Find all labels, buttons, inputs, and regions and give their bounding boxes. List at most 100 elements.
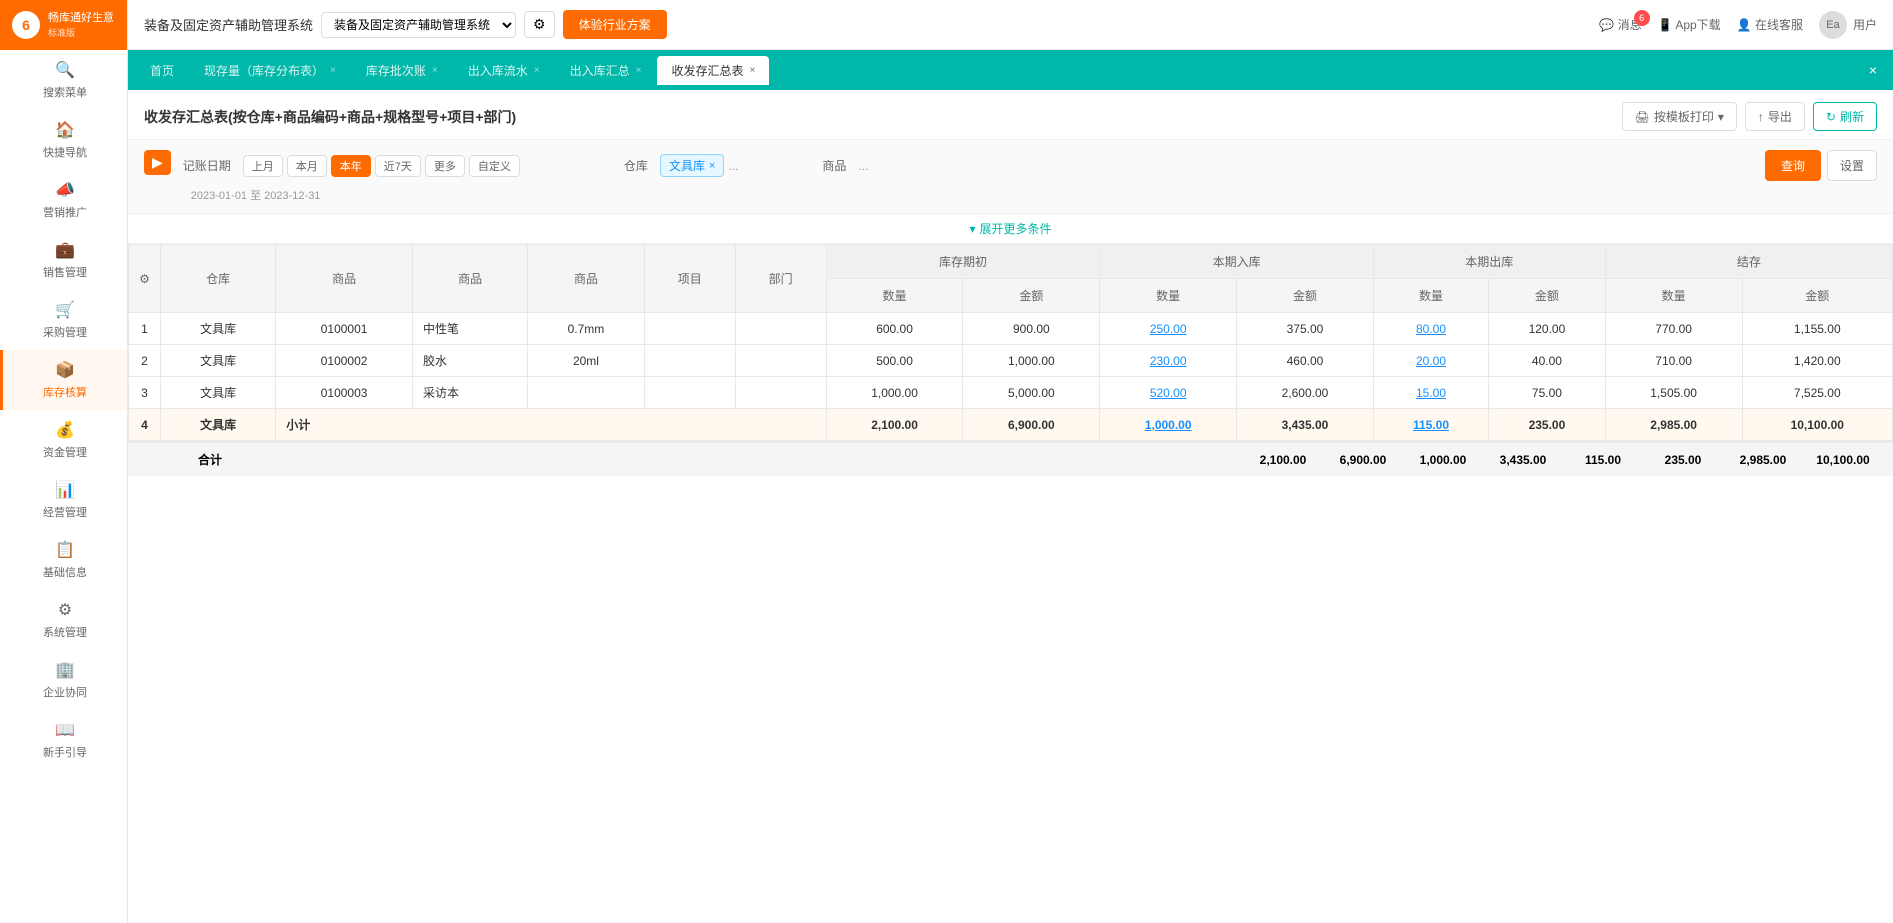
th-settings[interactable]: ⚙ bbox=[129, 245, 161, 313]
refresh-button[interactable]: ↻ 刷新 bbox=[1813, 102, 1877, 131]
row-out-qty-1[interactable]: 20.00 bbox=[1373, 345, 1488, 377]
online-service-link[interactable]: 👤 在线客服 bbox=[1737, 16, 1803, 33]
row-balance-qty-1: 710.00 bbox=[1605, 345, 1742, 377]
tab-inout-summary-label: 出入库汇总 bbox=[570, 62, 630, 79]
row-in-qty-1[interactable]: 230.00 bbox=[1100, 345, 1237, 377]
row-balance-qty-0: 770.00 bbox=[1605, 313, 1742, 345]
tab-batch-account-close[interactable]: × bbox=[432, 65, 438, 76]
footer-content: 合计 2,100.00 6,900.00 1,000.00 3,435.00 1… bbox=[138, 451, 1883, 468]
row-out-qty-2[interactable]: 15.00 bbox=[1373, 377, 1488, 409]
sidebar-item-newuser[interactable]: 📖 新手引导 bbox=[0, 710, 127, 770]
row-spec-1: 20ml bbox=[528, 345, 645, 377]
row-no-1: 2 bbox=[129, 345, 161, 377]
tab-recv-send-summary-close[interactable]: × bbox=[749, 65, 755, 76]
sidebar-item-system-label: 系统管理 bbox=[43, 624, 87, 640]
sidebar-item-basic[interactable]: 📋 基础信息 bbox=[0, 530, 127, 590]
user-area[interactable]: Ea 用户 bbox=[1819, 11, 1877, 39]
tab-inout-summary[interactable]: 出入库汇总 × bbox=[556, 56, 656, 85]
date-btn-this-month[interactable]: 本月 bbox=[287, 155, 327, 177]
row-in-qty-0[interactable]: 250.00 bbox=[1100, 313, 1237, 345]
row-out-amt-1: 40.00 bbox=[1489, 345, 1606, 377]
subtotal-out-qty[interactable]: 115.00 bbox=[1373, 409, 1488, 441]
app-download-link[interactable]: 📱 App下载 bbox=[1658, 16, 1721, 33]
filter-main-row: 记账日期 上月 本月 本年 近7天 更多 自定义 仓库 bbox=[183, 150, 1877, 181]
date-btn-last-7-days[interactable]: 近7天 bbox=[375, 155, 421, 177]
system-icon: ⚙ bbox=[58, 600, 72, 620]
date-btn-more[interactable]: 更多 bbox=[425, 155, 465, 177]
tab-batch-account[interactable]: 库存批次账 × bbox=[352, 56, 452, 85]
tab-stock-distribution-close[interactable]: × bbox=[330, 65, 336, 76]
row-code-1: 0100002 bbox=[276, 345, 413, 377]
footer-out-amt: 235.00 bbox=[1643, 453, 1723, 467]
sidebar-item-operations[interactable]: 📊 经营管理 bbox=[0, 470, 127, 530]
th-project: 项目 bbox=[644, 245, 735, 313]
sidebar-item-finance[interactable]: 💰 资金管理 bbox=[0, 410, 127, 470]
th-balance-amt: 金额 bbox=[1742, 279, 1892, 313]
sidebar-item-enterprise-label: 企业协同 bbox=[43, 684, 87, 700]
footer-in-qty: 1,000.00 bbox=[1403, 453, 1483, 467]
product-label: 商品 bbox=[822, 157, 846, 174]
tab-stock-distribution[interactable]: 现存量（库存分布表） × bbox=[190, 56, 350, 85]
warehouse-tag-close[interactable]: × bbox=[709, 160, 715, 172]
row-spec-0: 0.7mm bbox=[528, 313, 645, 345]
row-opening-qty-0: 600.00 bbox=[826, 313, 963, 345]
avatar-text: Ea bbox=[1826, 19, 1839, 31]
logo-title: 畅库通好生意 bbox=[48, 11, 114, 25]
print-label: 按模板打印 bbox=[1654, 108, 1714, 125]
row-balance-amt-2: 7,525.00 bbox=[1742, 377, 1892, 409]
export-button[interactable]: ↑ 导出 bbox=[1745, 102, 1805, 131]
sidebar-item-search[interactable]: 🔍 搜索菜单 bbox=[0, 50, 127, 110]
date-btn-last-month[interactable]: 上月 bbox=[243, 155, 283, 177]
subtotal-in-qty[interactable]: 1,000.00 bbox=[1100, 409, 1237, 441]
row-in-qty-2[interactable]: 520.00 bbox=[1100, 377, 1237, 409]
row-in-amt-0: 375.00 bbox=[1237, 313, 1374, 345]
tab-inout-flow-close[interactable]: × bbox=[534, 65, 540, 76]
th-product-code: 商品 bbox=[276, 245, 413, 313]
settings-gear-button[interactable]: ⚙ bbox=[524, 11, 555, 38]
trial-button[interactable]: 体验行业方案 bbox=[563, 10, 667, 39]
date-btn-custom[interactable]: 自定义 bbox=[469, 155, 520, 177]
row-warehouse-1: 文具库 bbox=[161, 345, 276, 377]
top-header: 装备及固定资产辅助管理系统 装备及固定资产辅助管理系统 ⚙ 体验行业方案 💬 6… bbox=[128, 0, 1893, 50]
print-button[interactable]: 🖨 按模板打印 ▾ bbox=[1622, 102, 1737, 131]
app-selector[interactable]: 装备及固定资产辅助管理系统 bbox=[321, 12, 516, 38]
search-icon: 🔍 bbox=[55, 60, 75, 80]
tab-recv-send-summary[interactable]: 收发存汇总表 × bbox=[657, 56, 769, 85]
th-opening-qty: 数量 bbox=[826, 279, 963, 313]
refresh-icon: ↻ bbox=[1826, 110, 1836, 124]
row-out-qty-0[interactable]: 80.00 bbox=[1373, 313, 1488, 345]
filter-settings-button[interactable]: 设置 bbox=[1827, 150, 1877, 181]
filter-area: ▶ 记账日期 上月 本月 本年 近7天 更多 自定义 仓库 bbox=[128, 140, 1893, 214]
tab-inout-flow[interactable]: 出入库流水 × bbox=[454, 56, 554, 85]
logo-text-block: 畅库通好生意 标准版 bbox=[48, 11, 114, 38]
expand-more-button[interactable]: ▾ 展开更多条件 bbox=[969, 220, 1051, 237]
quicknav-icon: 🏠 bbox=[55, 120, 75, 140]
row-out-amt-2: 75.00 bbox=[1489, 377, 1606, 409]
sidebar-item-inventory[interactable]: 📦 库存核算 bbox=[0, 350, 127, 410]
subtotal-in-amt: 3,435.00 bbox=[1237, 409, 1374, 441]
notification-bell[interactable]: 💬 6 消息 bbox=[1599, 16, 1641, 33]
tab-inout-summary-close[interactable]: × bbox=[636, 65, 642, 76]
sidebar-item-sales[interactable]: 💼 销售管理 bbox=[0, 230, 127, 290]
query-button[interactable]: 查询 bbox=[1765, 150, 1821, 181]
date-btn-this-year[interactable]: 本年 bbox=[331, 155, 371, 177]
warehouse-more[interactable]: ... bbox=[728, 159, 738, 173]
marketing-icon: 📣 bbox=[55, 180, 75, 200]
logo-letter: 6 bbox=[22, 17, 30, 33]
newuser-icon: 📖 bbox=[55, 720, 75, 740]
sidebar-item-enterprise[interactable]: 🏢 企业协同 bbox=[0, 650, 127, 710]
sidebar-item-marketing[interactable]: 📣 营销推广 bbox=[0, 170, 127, 230]
sidebar-item-quicknav[interactable]: 🏠 快捷导航 bbox=[0, 110, 127, 170]
sidebar-item-system[interactable]: ⚙ 系统管理 bbox=[0, 590, 127, 650]
page-actions: 🖨 按模板打印 ▾ ↑ 导出 ↻ 刷新 bbox=[1622, 102, 1877, 131]
row-balance-qty-2: 1,505.00 bbox=[1605, 377, 1742, 409]
refresh-label: 刷新 bbox=[1840, 108, 1864, 125]
filter-toggle-button[interactable]: ▶ bbox=[144, 150, 171, 175]
subtotal-no: 4 bbox=[129, 409, 161, 441]
sidebar-item-purchase[interactable]: 🛒 采购管理 bbox=[0, 290, 127, 350]
main-area: 装备及固定资产辅助管理系统 装备及固定资产辅助管理系统 ⚙ 体验行业方案 💬 6… bbox=[128, 0, 1893, 923]
tab-bar-close-all[interactable]: × bbox=[1861, 62, 1885, 78]
product-more[interactable]: ... bbox=[858, 159, 868, 173]
tab-home[interactable]: 首页 bbox=[136, 56, 188, 85]
th-opening-amt: 金额 bbox=[963, 279, 1100, 313]
